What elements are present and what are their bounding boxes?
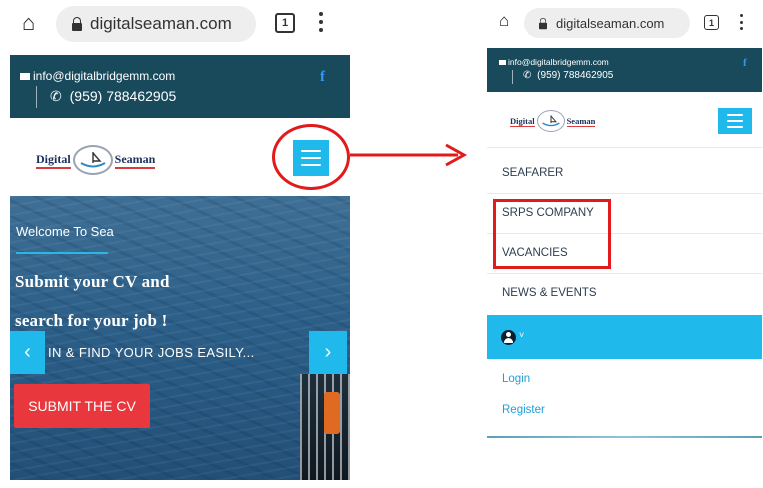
home-icon[interactable]: ⌂ <box>22 12 35 34</box>
site-logo[interactable]: Digital Seaman <box>36 140 156 180</box>
site-logo[interactable]: Digital Seaman <box>510 108 596 134</box>
account-bar: ˅ <box>487 315 762 359</box>
chevron-left-icon: ‹ <box>24 341 31 363</box>
register-link[interactable]: Register <box>502 404 545 416</box>
menu-item-news-events[interactable]: NEWS & EVENTS <box>502 287 597 299</box>
menu-divider <box>487 193 762 194</box>
logo-word-right: Seaman <box>566 115 596 127</box>
hero-welcome: Welcome To Sea <box>16 224 114 239</box>
annotation-arrow <box>350 143 468 167</box>
login-link[interactable]: Login <box>502 373 530 385</box>
menu-divider <box>487 273 762 274</box>
tab-count: 1 <box>708 17 714 28</box>
carousel-next-button[interactable]: › <box>309 331 347 374</box>
phone-text: (959) 788462905 <box>537 70 614 81</box>
more-options-icon[interactable] <box>318 12 324 32</box>
lock-icon <box>72 16 82 31</box>
facebook-icon[interactable]: f <box>743 57 747 69</box>
chevron-right-icon: › <box>324 341 332 363</box>
phone-row[interactable]: ✆ (959) 788462905 <box>50 88 176 105</box>
logo-ship-icon <box>72 145 113 175</box>
annotation-box <box>493 199 611 269</box>
welcome-underline <box>16 252 108 254</box>
contact-bar: info@digitalbridgemm.com ✆ (959) 7884629… <box>10 55 350 118</box>
lifeboat-image <box>324 392 340 434</box>
facebook-icon[interactable]: f <box>320 69 325 86</box>
phone-text: (959) 788462905 <box>69 88 177 104</box>
more-options-icon[interactable] <box>739 14 743 30</box>
bottom-strip <box>487 436 762 438</box>
hero-headline-line2: search for your job ! <box>15 311 168 330</box>
hamburger-menu-button[interactable] <box>718 108 752 134</box>
home-icon[interactable]: ⌂ <box>499 10 509 32</box>
address-bar[interactable]: digitalseaman.com <box>56 6 256 42</box>
user-account-icon[interactable] <box>501 330 516 345</box>
envelope-icon <box>20 73 30 81</box>
lock-icon <box>539 17 547 29</box>
carousel-prev-button[interactable]: ‹ <box>10 331 45 374</box>
logo-word-left: Digital <box>510 115 535 127</box>
tab-switcher-button[interactable]: 1 <box>275 13 295 33</box>
menu-item-seafarer[interactable]: SEAFARER <box>502 167 563 179</box>
contact-bar: info@digitalbridgemm.com ✆ (959) 7884629… <box>487 48 762 92</box>
tab-count: 1 <box>281 17 289 29</box>
divider <box>512 70 513 84</box>
submit-cv-label: SUBMIT THE CV <box>28 398 136 414</box>
url-text: digitalseaman.com <box>90 14 232 33</box>
hero-banner: Welcome To Sea Submit your CV and search… <box>10 196 350 480</box>
phone-icon: ✆ <box>50 88 62 104</box>
email-text: info@digitalbridgemm.com <box>33 69 176 83</box>
logo-word-left: Digital <box>36 152 71 169</box>
address-bar[interactable]: digitalseaman.com <box>524 8 690 38</box>
logo-ship-icon <box>536 110 565 132</box>
logo-word-right: Seaman <box>114 152 156 169</box>
annotation-circle <box>272 124 350 190</box>
hero-headline-line1: Submit your CV and <box>15 272 170 291</box>
hero-tagline: IN & FIND YOUR JOBS EASILY... <box>48 345 255 360</box>
chevron-down-icon[interactable]: ˅ <box>519 330 524 340</box>
email-row[interactable]: info@digitalbridgemm.com <box>20 69 175 83</box>
email-text: info@digitalbridgemm.com <box>508 57 609 67</box>
email-row[interactable]: info@digitalbridgemm.com <box>499 57 609 67</box>
envelope-icon <box>499 60 506 66</box>
url-text: digitalseaman.com <box>556 15 665 31</box>
tab-switcher-button[interactable]: 1 <box>704 15 719 30</box>
phone-row[interactable]: ✆ (959) 788462905 <box>523 70 613 81</box>
header-divider <box>487 147 762 148</box>
phone-icon: ✆ <box>523 70 532 81</box>
submit-cv-button[interactable]: SUBMIT THE CV <box>14 384 150 428</box>
divider <box>36 86 37 108</box>
